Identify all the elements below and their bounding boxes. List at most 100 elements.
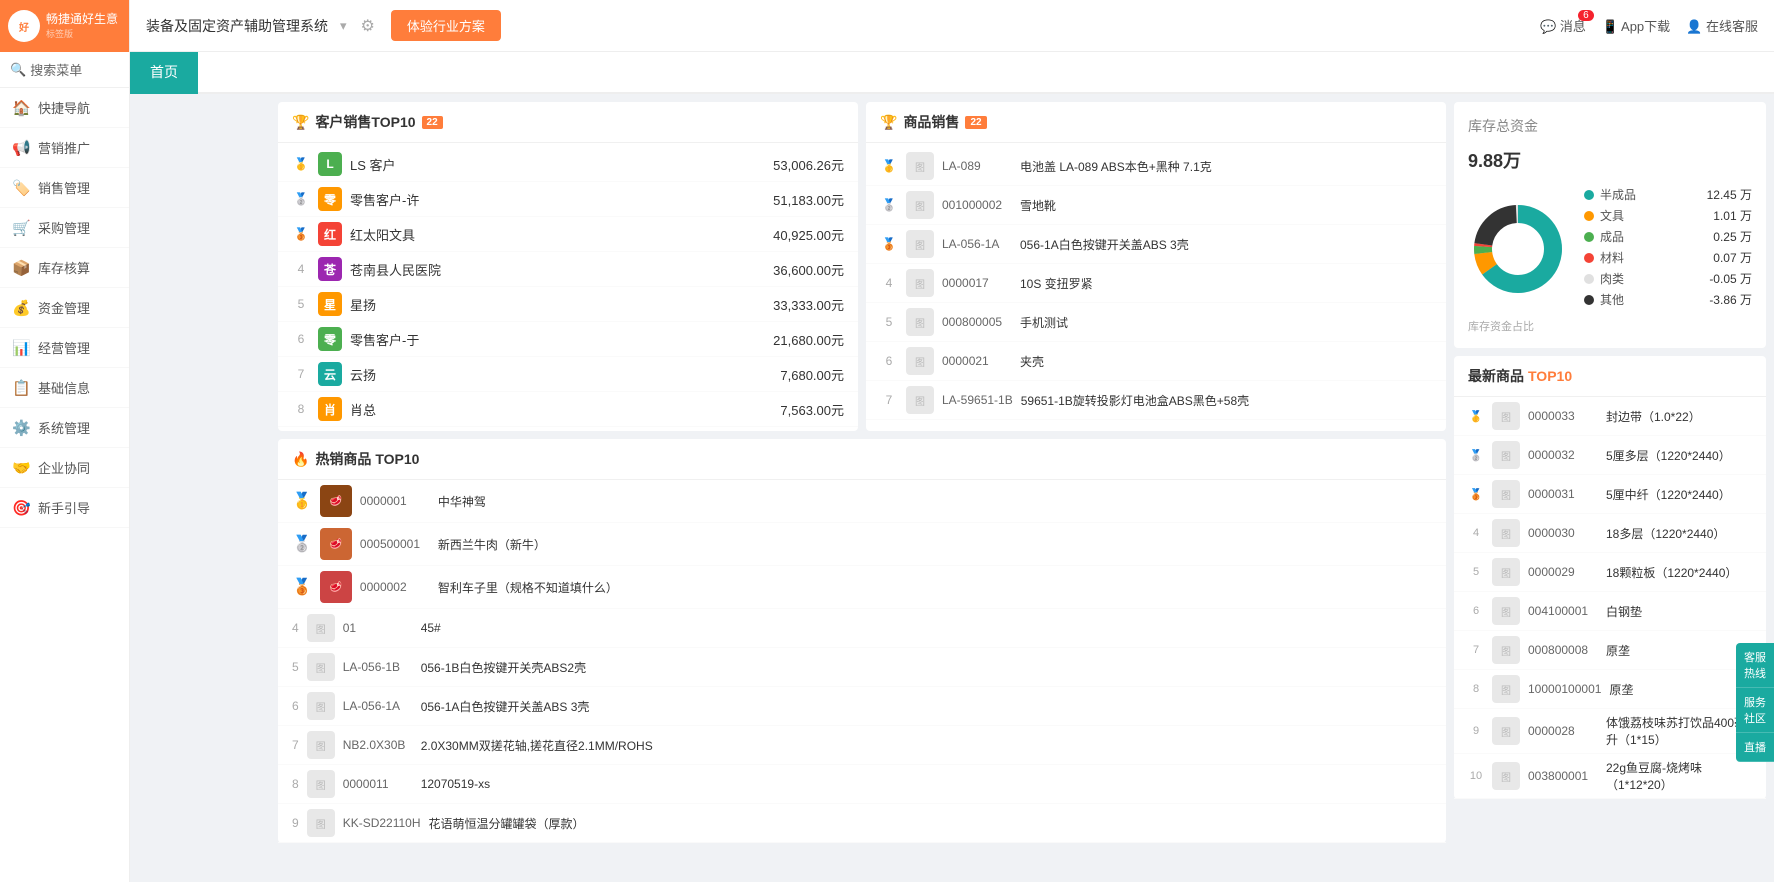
message-btn[interactable]: 💬 消息 6	[1540, 16, 1586, 35]
sidebar-logo: 好 畅捷通好生意 标签版	[0, 0, 129, 52]
product-code: 000800005	[942, 315, 1012, 329]
trial-button[interactable]: 体验行业方案	[391, 10, 501, 41]
product-name: 5厘多层（1220*2440）	[1606, 447, 1752, 464]
table-row: 🥈 图 0000032 5厘多层（1220*2440）	[1454, 436, 1766, 475]
product-name: 夹壳	[1020, 353, 1432, 370]
product-code: 0000030	[1528, 526, 1598, 540]
sidebar-item-label: 经营管理	[38, 338, 90, 357]
customer-name: 苍南县人民医院	[350, 260, 765, 279]
dropdown-icon[interactable]: ▾	[340, 18, 347, 34]
customer-amount: 53,006.26元	[773, 155, 844, 174]
message-icon: 💬	[1540, 19, 1556, 34]
avatar: 零	[318, 187, 342, 211]
sidebar-item-operations[interactable]: 📊 经营管理	[0, 328, 129, 368]
customer-ranking-card: 🏆 客户销售TOP10 22 🥇 L LS 客户 53,006.26元	[278, 102, 858, 431]
table-row: 9 图 0000028 体饿荔枝味苏打饮品400毫升（1*15）	[1454, 709, 1766, 754]
table-row: 4 图 01 45#	[278, 609, 1446, 648]
legend-row: 半成品 12.45 万	[1584, 186, 1752, 203]
product-icon: 图	[1492, 675, 1520, 703]
sidebar-item-home[interactable]: 🏠 快捷导航	[0, 88, 129, 128]
sidebar-search[interactable]: 🔍 搜索菜单	[0, 52, 129, 88]
rank-num: 🥇	[880, 159, 898, 173]
table-row: 6 图 0000021 夹壳	[866, 342, 1446, 381]
rank-num: 🥉	[292, 227, 310, 241]
rank-num: 7	[292, 367, 310, 381]
product-img: 🥩	[320, 528, 352, 560]
product-code: 0000021	[942, 354, 1012, 368]
sidebar-item-label: 新手引导	[38, 498, 90, 517]
system-title: 装备及固定资产辅助管理系统	[146, 16, 328, 36]
donut-chart	[1468, 199, 1568, 299]
nav-tabs: 首页	[130, 52, 1774, 94]
sidebar-item-finance[interactable]: 💰 资金管理	[0, 288, 129, 328]
trophy-icon: 🏆	[292, 114, 309, 131]
app-download-btn[interactable]: 📱 App下载	[1602, 16, 1670, 35]
legend-row: 成品 0.25 万	[1584, 228, 1752, 245]
message-label: 消息	[1560, 19, 1586, 34]
rank-num: 🥈	[292, 192, 310, 206]
cs-icon: 👤	[1686, 19, 1702, 34]
donut-legend: 半成品 12.45 万 文具 1.01 万 成品 0.25 万	[1584, 186, 1752, 312]
customer-service-btn[interactable]: 👤 在线客服	[1686, 16, 1758, 35]
table-row: 🥉 图 LA-056-1A 056-1A白色按键开关盖ABS 3壳	[866, 225, 1446, 264]
product-name: 59651-1B旋转投影灯电池盒ABS黑色+58壳	[1021, 392, 1432, 409]
home-icon: 🏠	[12, 99, 30, 117]
table-row: 4 苍 苍南县人民医院 36,600.00元	[278, 252, 858, 287]
avatar: 云	[318, 362, 342, 386]
table-row: 7 图 NB2.0X30B 2.0X30MM双搓花轴,搓花直径2.1MM/ROH…	[278, 726, 1446, 765]
rank-num: 🥈	[880, 198, 898, 212]
rank-num: 🥉	[1468, 488, 1484, 501]
product-name: 056-1A白色按键开关盖ABS 3壳	[421, 698, 1432, 715]
sidebar-item-marketing[interactable]: 📢 营销推广	[0, 128, 129, 168]
product-name: 智利车子里（规格不知道填什么）	[438, 579, 1432, 596]
customer-name: 云扬	[350, 365, 772, 384]
product-name: 22g鱼豆腐-烧烤味（1*12*20）	[1606, 759, 1752, 793]
table-row: 7 图 LA-59651-1B 59651-1B旋转投影灯电池盒ABS黑色+58…	[866, 381, 1446, 420]
product-icon: 图	[906, 191, 934, 219]
tab-home[interactable]: 首页	[130, 52, 198, 94]
product-name: 18多层（1220*2440）	[1606, 525, 1752, 542]
middle-section: 🏆 客户销售TOP10 22 🥇 L LS 客户 53,006.26元	[270, 94, 1454, 882]
content: 🏆 客户销售TOP10 22 🥇 L LS 客户 53,006.26元	[130, 94, 1774, 882]
search-label: 搜索菜单	[30, 60, 82, 79]
legend-value: -0.05 万	[1709, 270, 1752, 287]
sidebar-item-inventory[interactable]: 📦 库存核算	[0, 248, 129, 288]
sidebar-item-label: 企业协同	[38, 458, 90, 477]
legend-dot	[1584, 274, 1594, 284]
avatar: 红	[318, 222, 342, 246]
cs-community-btn[interactable]: 服务社区	[1736, 688, 1774, 733]
cs-hotline-btn[interactable]: 客服热线	[1736, 643, 1774, 688]
cs-label: 在线客服	[1706, 19, 1758, 34]
table-row: 🥈 图 001000002 雪地靴	[866, 186, 1446, 225]
customer-name: 零售客户-许	[350, 190, 765, 209]
product-name: 封边带（1.0*22）	[1606, 408, 1752, 425]
system-icon: ⚙️	[12, 419, 30, 437]
sidebar-item-purchase[interactable]: 🛒 采购管理	[0, 208, 129, 248]
product-icon: 图	[307, 692, 335, 720]
product-code: 01	[343, 621, 413, 635]
hot-products-title: 热销商品 TOP10	[315, 449, 419, 469]
product-code: 000500001	[360, 537, 430, 551]
sidebar-item-sales[interactable]: 🏷️ 销售管理	[0, 168, 129, 208]
sidebar-item-basics[interactable]: 📋 基础信息	[0, 368, 129, 408]
customer-rank-list: 🥇 L LS 客户 53,006.26元 🥈 零 零售客户-许 51,183.0…	[278, 143, 858, 431]
cs-float: 客服热线 服务社区 直播	[1736, 643, 1774, 762]
table-row: 🥇 L LS 客户 53,006.26元	[278, 147, 858, 182]
cs-live-btn[interactable]: 直播	[1736, 733, 1774, 762]
product-name: 新西兰牛肉（新牛）	[438, 536, 1432, 553]
product-code: 000800008	[1528, 643, 1598, 657]
customer-amount: 33,333.00元	[773, 295, 844, 314]
sales-icon: 🏷️	[12, 179, 30, 197]
sidebar-item-collab[interactable]: 🤝 企业协同	[0, 448, 129, 488]
sidebar-item-system[interactable]: ⚙️ 系统管理	[0, 408, 129, 448]
rank-num: 5	[292, 297, 310, 311]
product-code: LA-056-1A	[343, 699, 413, 713]
top-cards-wrap: 🏆 客户销售TOP10 22 🥇 L LS 客户 53,006.26元	[278, 102, 1446, 431]
customer-badge: 22	[422, 116, 443, 129]
gear-icon[interactable]: ⚙	[361, 16, 375, 36]
sidebar-item-guide[interactable]: 🎯 新手引导	[0, 488, 129, 528]
legend-value: -3.86 万	[1709, 291, 1752, 308]
rank-num: 4	[292, 262, 310, 276]
product-icon: 图	[1492, 717, 1520, 745]
product-code: LA-056-1B	[343, 660, 413, 674]
